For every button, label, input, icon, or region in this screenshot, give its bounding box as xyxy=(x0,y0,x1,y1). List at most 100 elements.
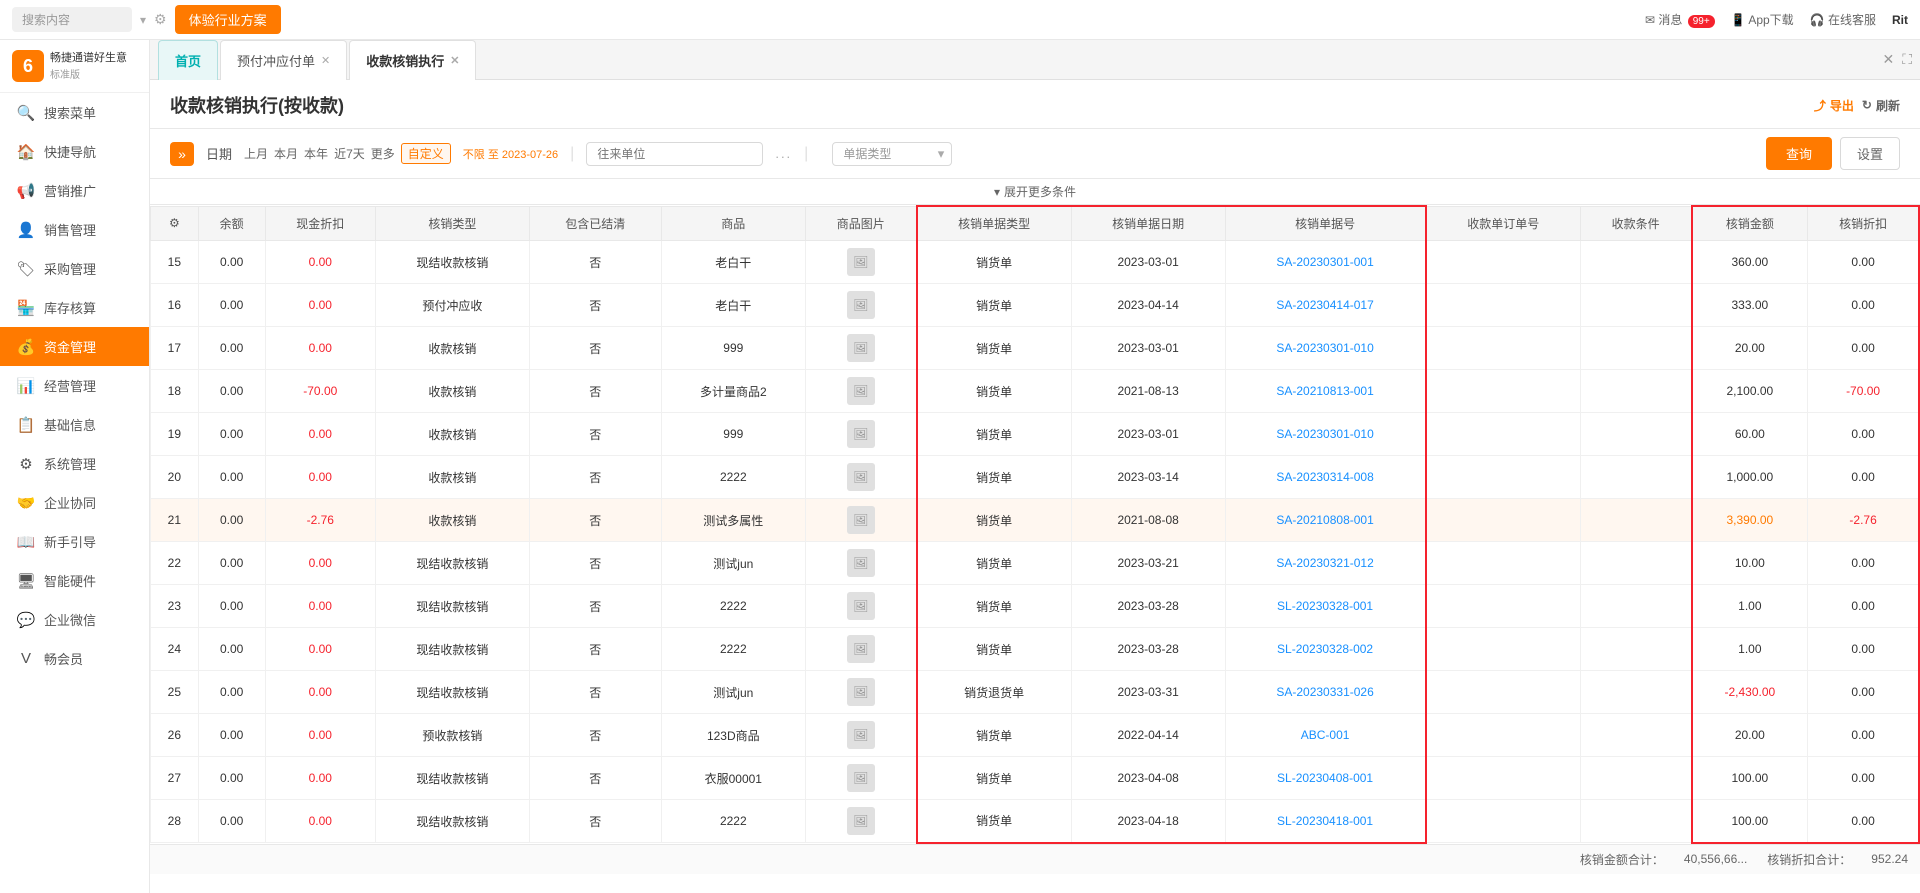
voucher-no-link[interactable]: SL-20230328-001 xyxy=(1277,599,1373,613)
date-7days[interactable]: 近7天 xyxy=(334,145,365,162)
table-row: 260.000.00预收款核销否123D商品🖼销货单2022-04-14ABC-… xyxy=(151,714,1920,757)
tab-prepay[interactable]: 预付冲应付单 ✕ xyxy=(220,40,347,80)
voucher-no-link[interactable]: SA-20230301-010 xyxy=(1276,341,1373,355)
date-this-month[interactable]: 本月 xyxy=(274,145,298,162)
settings-gear-icon[interactable]: ⚙ xyxy=(154,11,167,28)
voucher-no-link[interactable]: SL-20230418-001 xyxy=(1277,814,1373,828)
voucher-no-link[interactable]: SA-20230321-012 xyxy=(1276,556,1373,570)
cell-4: 否 xyxy=(529,456,661,499)
message-icon: ✉ xyxy=(1645,13,1655,27)
total-amount-label: 核销金额合计： xyxy=(1580,851,1664,868)
cell-4: 否 xyxy=(529,800,661,843)
tab-home[interactable]: 首页 xyxy=(158,40,218,80)
tab-close-collection[interactable]: ✕ xyxy=(450,54,459,67)
cell-13: 0.00 xyxy=(1808,585,1919,628)
sidebar-item-guide[interactable]: 📖新手引导 xyxy=(0,522,149,561)
date-more[interactable]: 更多 xyxy=(371,145,395,162)
voucher-no-link[interactable]: SA-20230301-010 xyxy=(1276,427,1373,441)
tab-bar: 首页预付冲应付单✕收款核销执行✕ ✕ ⛶ xyxy=(150,40,1920,80)
sidebar-item-operations[interactable]: 📊经营管理 xyxy=(0,366,149,405)
cell-6: 🖼 xyxy=(805,671,916,714)
partner-dots: ... xyxy=(775,146,792,161)
date-range-text: 不限 至 2023-07-26 xyxy=(463,146,558,162)
partner-input[interactable] xyxy=(586,142,763,166)
col-header-goodsImg: 商品图片 xyxy=(805,206,916,241)
sidebar-label-base: 基础信息 xyxy=(44,415,96,434)
table-row: 240.000.00现结收款核销否2222🖼销货单2023-03-28SL-20… xyxy=(151,628,1920,671)
voucher-no-link[interactable]: SA-20230314-008 xyxy=(1276,470,1373,484)
voucher-no-link[interactable]: ABC-001 xyxy=(1301,728,1350,742)
logo-sub: 标准版 xyxy=(50,66,127,81)
expand-icon[interactable]: ⛶ xyxy=(1902,51,1912,68)
goods-image-thumb: 🖼 xyxy=(847,549,875,577)
filter-expand-button[interactable]: » xyxy=(170,142,194,166)
cell-2: -2.76 xyxy=(265,499,375,542)
industry-btn[interactable]: 体验行业方案 xyxy=(175,5,281,34)
col-header-collectionCondition: 收款条件 xyxy=(1580,206,1691,241)
app-icon: 📱 xyxy=(1731,13,1746,27)
sidebar-label-enterprise: 企业协同 xyxy=(44,493,96,512)
sidebar-label-nav: 快捷导航 xyxy=(44,142,96,161)
tab-label-prepay: 预付冲应付单 xyxy=(237,51,315,70)
cell-4: 否 xyxy=(529,542,661,585)
sidebar-item-hardware[interactable]: 🖥智能硬件 xyxy=(0,561,149,600)
sidebar-icon-search: 🔍 xyxy=(16,104,36,122)
sidebar-item-purchase[interactable]: 🏷采购管理 xyxy=(0,249,149,288)
setting-button[interactable]: 设置 xyxy=(1840,137,1900,170)
sidebar-icon-wechat: 💬 xyxy=(16,611,36,629)
tab-label-home: 首页 xyxy=(175,51,201,70)
cell-0: 27 xyxy=(151,757,199,800)
message-link[interactable]: ✉ 消息 99+ xyxy=(1645,11,1715,28)
cell-9: SL-20230408-001 xyxy=(1225,757,1426,800)
close-window-icon[interactable]: ✕ xyxy=(1882,51,1894,68)
cell-0: 26 xyxy=(151,714,199,757)
cell-10 xyxy=(1426,757,1581,800)
sidebar-item-nav[interactable]: 🏠快捷导航 xyxy=(0,132,149,171)
goods-image-thumb: 🖼 xyxy=(847,807,875,835)
tab-close-prepay[interactable]: ✕ xyxy=(321,54,330,67)
service-link[interactable]: 🎧 在线客服 xyxy=(1810,11,1876,28)
expand-more-button[interactable]: ▾ 展开更多条件 xyxy=(994,183,1076,200)
voucher-no-link[interactable]: SL-20230328-002 xyxy=(1277,642,1373,656)
sidebar-item-stock[interactable]: 🏪库存核算 xyxy=(0,288,149,327)
query-button[interactable]: 查询 xyxy=(1766,137,1832,170)
cell-2: 0.00 xyxy=(265,241,375,284)
cell-10 xyxy=(1426,585,1581,628)
voucher-no-link[interactable]: SA-20210808-001 xyxy=(1276,513,1373,527)
date-custom[interactable]: 自定义 xyxy=(401,143,451,164)
sidebar-item-search[interactable]: 🔍搜索菜单 xyxy=(0,93,149,132)
cell-7: 销货单 xyxy=(917,499,1072,542)
voucher-no-link[interactable]: SA-20230414-017 xyxy=(1276,298,1373,312)
voucher-no-link[interactable]: SA-20230331-026 xyxy=(1276,685,1373,699)
app-download-link[interactable]: 📱 App下载 xyxy=(1731,11,1794,28)
export-button[interactable]: ⤴ 导出 xyxy=(1814,97,1854,114)
voucher-no-link[interactable]: SA-20230301-001 xyxy=(1276,255,1373,269)
voucher-type-select[interactable]: 单据类型 xyxy=(832,142,952,166)
sidebar-item-system[interactable]: ⚙系统管理 xyxy=(0,444,149,483)
cell-8: 2023-03-01 xyxy=(1071,413,1225,456)
table-footer: 核销金额合计： 40,556,66... 核销折扣合计： 952.24 xyxy=(150,844,1920,874)
sidebar-item-wechat[interactable]: 💬企业微信 xyxy=(0,600,149,639)
refresh-button[interactable]: ↻ 刷新 xyxy=(1862,97,1900,114)
col-header-settings: ⚙ xyxy=(151,206,199,241)
sidebar-item-sales[interactable]: 👤销售管理 xyxy=(0,210,149,249)
voucher-no-link[interactable]: SL-20230408-001 xyxy=(1277,771,1373,785)
voucher-no-link[interactable]: SA-20210813-001 xyxy=(1276,384,1373,398)
cell-10 xyxy=(1426,241,1581,284)
date-this-year[interactable]: 本年 xyxy=(304,145,328,162)
cell-11 xyxy=(1580,284,1691,327)
sidebar-item-member[interactable]: V畅会员 xyxy=(0,639,149,678)
sidebar-item-enterprise[interactable]: 🤝企业协同 xyxy=(0,483,149,522)
col-header-included: 包含已结清 xyxy=(529,206,661,241)
date-last-month[interactable]: 上月 xyxy=(244,145,268,162)
sidebar-item-capital[interactable]: 💰资金管理 xyxy=(0,327,149,366)
top-search-box[interactable]: 搜索内容 xyxy=(12,7,132,32)
col-header-goods: 商品 xyxy=(661,206,805,241)
sidebar-item-base[interactable]: 📋基础信息 xyxy=(0,405,149,444)
sidebar-item-marketing[interactable]: 📢营销推广 xyxy=(0,171,149,210)
goods-image-thumb: 🖼 xyxy=(847,635,875,663)
cell-13: 0.00 xyxy=(1808,456,1919,499)
top-bar-left: 搜索内容 ▾ ⚙ 体验行业方案 xyxy=(12,5,1637,34)
tab-collection[interactable]: 收款核销执行✕ xyxy=(349,40,476,80)
sidebar-label-sales: 销售管理 xyxy=(44,220,96,239)
